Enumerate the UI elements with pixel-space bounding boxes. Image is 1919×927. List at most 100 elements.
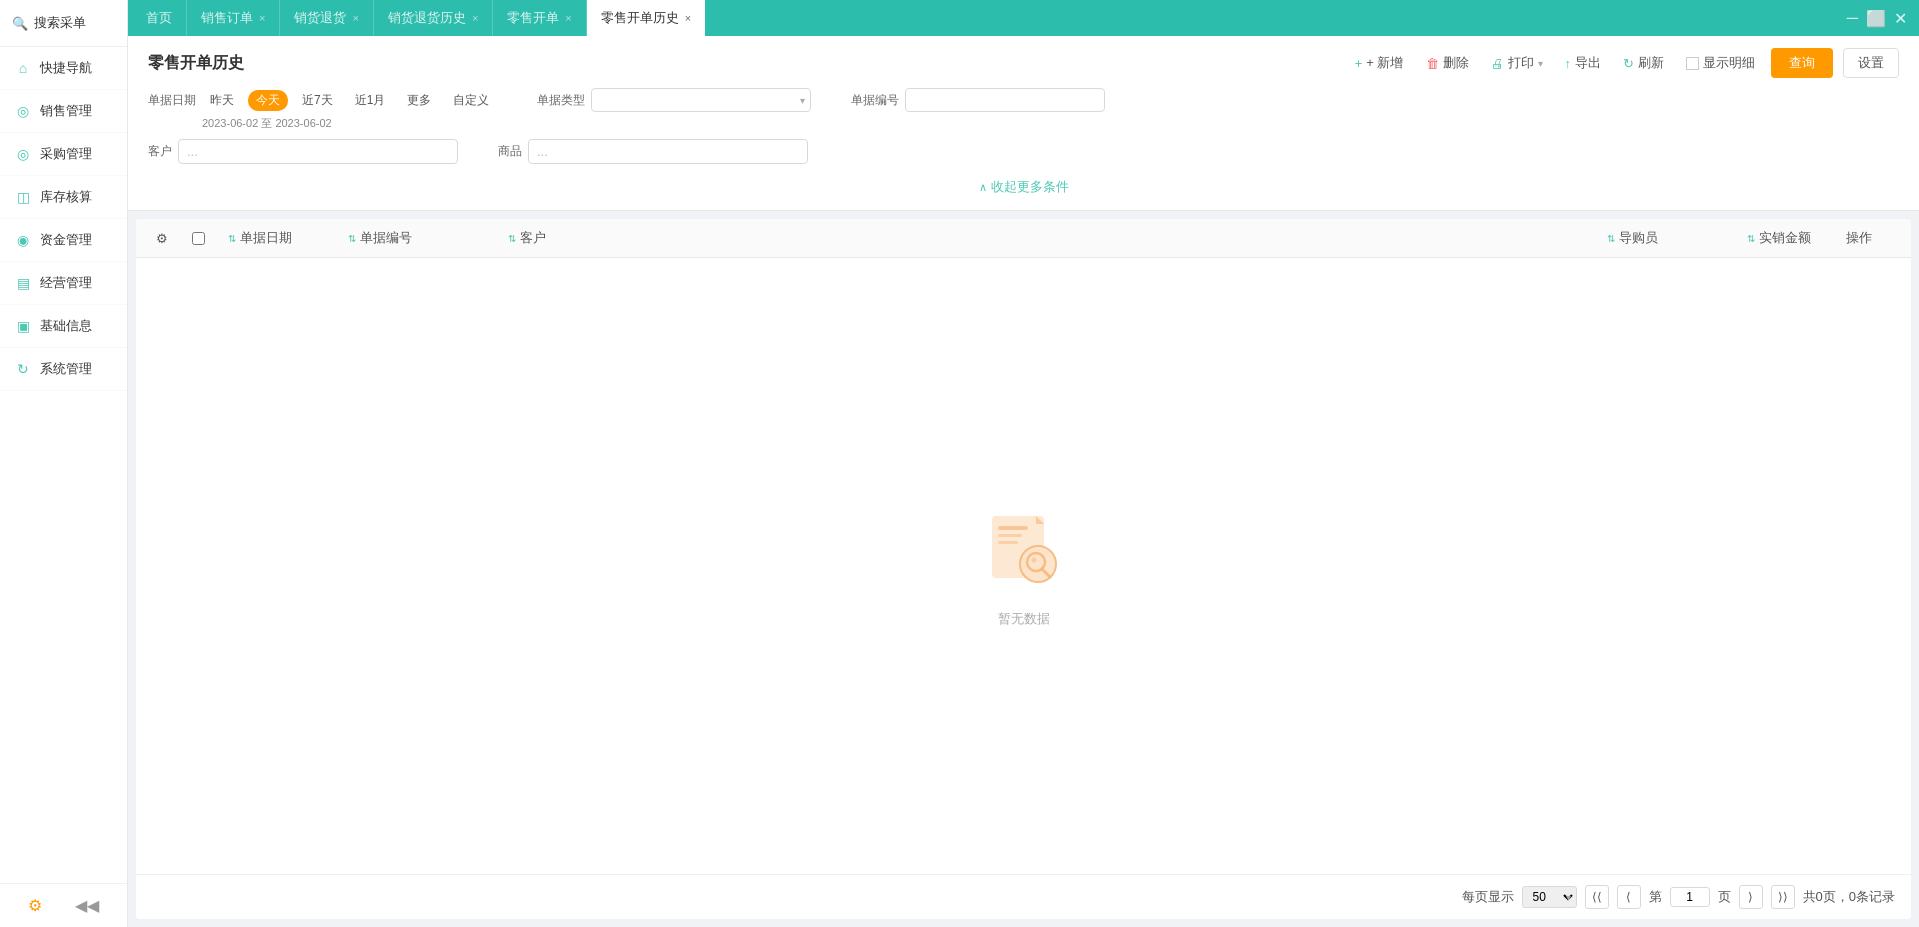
date-btn-custom[interactable]: 自定义	[445, 90, 497, 111]
export-button[interactable]: ↑ 导出	[1559, 51, 1608, 75]
add-button[interactable]: + + 新增	[1349, 51, 1410, 75]
select-all-checkbox[interactable]	[192, 232, 205, 245]
sales-icon: ◎	[14, 102, 32, 120]
date-btn-more[interactable]: 更多	[399, 90, 439, 111]
maximize-icon[interactable]: ⬜	[1866, 9, 1886, 28]
tab-retail-open-label: 零售开单	[507, 9, 559, 27]
tab-sales-return-history[interactable]: 销货退货历史 ×	[374, 0, 493, 36]
display-label: 显示明细	[1703, 54, 1755, 72]
tab-sales-return[interactable]: 销货退货 ×	[280, 0, 373, 36]
sidebar-item-label: 库存核算	[40, 188, 92, 206]
filter-row-1: 单据日期 昨天 今天 近7天 近1月 更多 自定义 单据类型	[148, 88, 1899, 112]
date-btn-7days[interactable]: 近7天	[294, 90, 341, 111]
delete-button[interactable]: 🗑 删除	[1420, 51, 1475, 75]
sort-icon-no: ⇅	[348, 233, 356, 244]
page-header: 零售开单历史 + + 新增 🗑 删除 🖨 打印 ▾	[128, 36, 1919, 211]
empty-state: 暂无数据	[136, 258, 1911, 874]
display-detail-toggle[interactable]: 显示明细	[1680, 51, 1761, 75]
th-no-label: 单据编号	[360, 229, 412, 247]
sidebar-item-label: 基础信息	[40, 317, 92, 335]
export-label: 导出	[1575, 54, 1601, 72]
query-button[interactable]: 查询	[1771, 48, 1833, 78]
search-label: 搜索采单	[34, 14, 86, 32]
print-label: 打印	[1508, 54, 1534, 72]
close-sales-order-icon[interactable]: ×	[259, 12, 265, 24]
doc-no-input[interactable]	[905, 88, 1105, 112]
sidebar-item-label: 快捷导航	[40, 59, 92, 77]
top-tabs-bar: 首页 销售订单 × 销货退货 × 销货退货历史 × 零售开单 × 零售开单历史 …	[128, 0, 1919, 36]
th-customer[interactable]: ⇅ 客户	[500, 219, 1599, 257]
date-btn-1month[interactable]: 近1月	[347, 90, 394, 111]
goods-label: 商品	[498, 143, 522, 160]
collapse-label: 收起更多条件	[991, 178, 1069, 196]
refresh-button[interactable]: ↻ 刷新	[1617, 51, 1670, 75]
goods-input[interactable]: ...	[528, 139, 808, 164]
print-icon: 🖨	[1491, 56, 1504, 71]
date-btn-today[interactable]: 今天	[248, 90, 288, 111]
doc-type-select[interactable]	[591, 88, 811, 112]
setting-button[interactable]: 设置	[1843, 48, 1899, 78]
th-gear[interactable]: ⚙	[148, 221, 184, 256]
th-guide[interactable]: ⇅ 导购员	[1599, 219, 1699, 257]
th-check[interactable]	[184, 222, 220, 255]
sidebar-item-inventory[interactable]: ◫ 库存核算	[0, 176, 127, 219]
sidebar-item-finance[interactable]: ◉ 资金管理	[0, 219, 127, 262]
date-btn-yesterday[interactable]: 昨天	[202, 90, 242, 111]
per-page-select[interactable]: 50 100 200	[1522, 886, 1577, 908]
th-date[interactable]: ⇅ 单据日期	[220, 219, 340, 257]
sidebar-item-label: 经营管理	[40, 274, 92, 292]
close-retail-open-icon[interactable]: ×	[565, 12, 571, 24]
search-menu-item[interactable]: 🔍 搜索采单	[0, 0, 127, 47]
purchase-icon: ◎	[14, 145, 32, 163]
filter-date: 单据日期 昨天 今天 近7天 近1月 更多 自定义	[148, 90, 497, 111]
customer-input[interactable]: ...	[178, 139, 458, 164]
page-suffix-label: 页	[1718, 888, 1731, 906]
close-sales-return-history-icon[interactable]: ×	[472, 12, 478, 24]
tab-home-label: 首页	[146, 9, 172, 27]
sort-icon-date: ⇅	[228, 233, 236, 244]
page-prefix-label: 第	[1649, 888, 1662, 906]
sidebar-item-purchase-mgmt[interactable]: ◎ 采购管理	[0, 133, 127, 176]
tab-retail-open[interactable]: 零售开单 ×	[493, 0, 586, 36]
window-controls: ─ ⬜ ✕	[1847, 9, 1915, 28]
date-filters: 昨天 今天 近7天 近1月 更多 自定义	[202, 90, 497, 111]
svg-rect-3	[998, 541, 1018, 544]
ops-icon: ▤	[14, 274, 32, 292]
print-button[interactable]: 🖨 打印 ▾	[1485, 51, 1549, 75]
sidebar-item-basic-info[interactable]: ▣ 基础信息	[0, 305, 127, 348]
sidebar-item-system-mgmt[interactable]: ↻ 系统管理	[0, 348, 127, 391]
delete-icon: 🗑	[1426, 56, 1439, 71]
basic-icon: ▣	[14, 317, 32, 335]
tab-sales-order[interactable]: 销售订单 ×	[187, 0, 280, 36]
sort-icon-customer: ⇅	[508, 233, 516, 244]
chevron-up-icon: ∧	[979, 181, 987, 194]
sidebar-item-sales-mgmt[interactable]: ◎ 销售管理	[0, 90, 127, 133]
pagination: 每页显示 50 100 200 ⟨⟨ ⟨ 第 页 ⟩ ⟩⟩ 共0页，0条记录	[136, 874, 1911, 919]
date-label: 单据日期	[148, 92, 196, 109]
tab-retail-open-history[interactable]: 零售开单历史 ×	[587, 0, 705, 36]
first-page-button[interactable]: ⟨⟨	[1585, 885, 1609, 909]
close-retail-open-history-icon[interactable]: ×	[685, 12, 691, 24]
sidebar-item-quick-nav[interactable]: ⌂ 快捷导航	[0, 47, 127, 90]
collapse-sidebar-icon[interactable]: ◀◀	[75, 896, 99, 915]
doc-type-select-wrapper	[591, 88, 811, 112]
th-no[interactable]: ⇅ 单据编号	[340, 219, 500, 257]
settings-gear-icon[interactable]: ⚙	[28, 896, 42, 915]
window-close-icon[interactable]: ✕	[1894, 9, 1907, 28]
next-page-button[interactable]: ⟩	[1739, 885, 1763, 909]
minimize-icon[interactable]: ─	[1847, 9, 1858, 27]
filter-customer: 客户 ...	[148, 139, 458, 164]
collapse-more-btn[interactable]: ∧ 收起更多条件	[148, 174, 1899, 200]
close-sales-return-icon[interactable]: ×	[352, 12, 358, 24]
sidebar-item-ops-mgmt[interactable]: ▤ 经营管理	[0, 262, 127, 305]
table-area: ⚙ ⇅ 单据日期 ⇅ 单据编号 ⇅ 客户 ⇅	[136, 219, 1911, 919]
th-amount[interactable]: ⇅ 实销金额	[1699, 219, 1819, 257]
per-page-select-wrapper: 50 100 200	[1522, 886, 1577, 908]
sidebar-item-label: 销售管理	[40, 102, 92, 120]
empty-text: 暂无数据	[998, 610, 1050, 628]
prev-page-button[interactable]: ⟨	[1617, 885, 1641, 909]
last-page-button[interactable]: ⟩⟩	[1771, 885, 1795, 909]
tab-home[interactable]: 首页	[132, 0, 187, 36]
table-header: ⚙ ⇅ 单据日期 ⇅ 单据编号 ⇅ 客户 ⇅	[136, 219, 1911, 258]
current-page-input[interactable]	[1670, 887, 1710, 907]
